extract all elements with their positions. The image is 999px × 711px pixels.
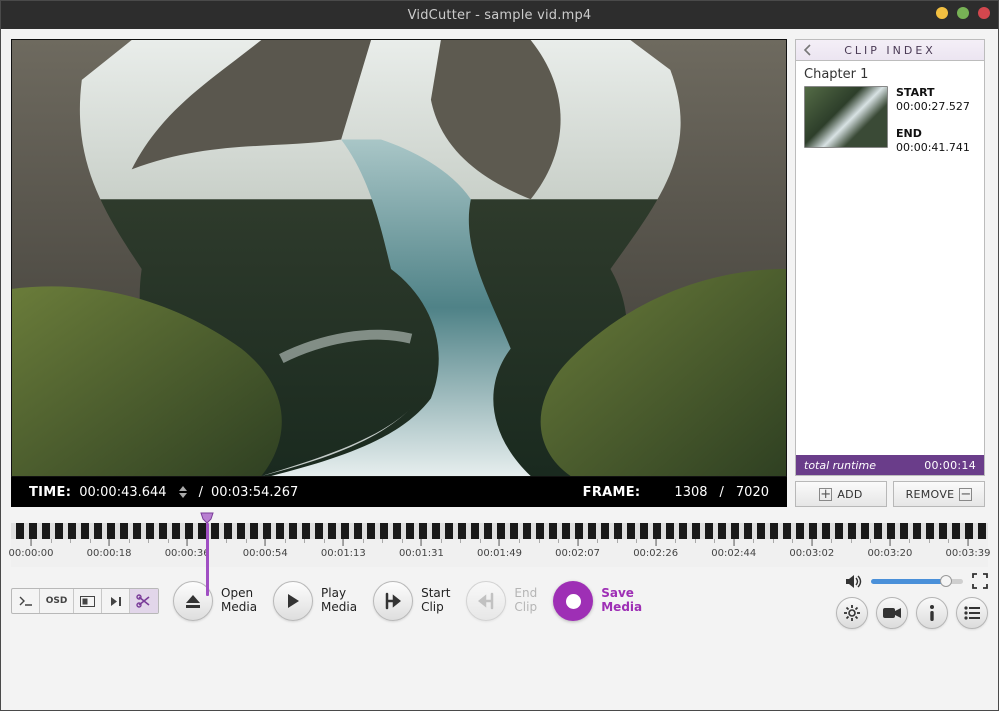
end-clip-button[interactable]: EndClip [466,581,537,621]
fullscreen-icon[interactable] [972,573,988,589]
mini-button-group: OSD [11,588,159,614]
ruler-tick: 00:03:39 [946,539,991,559]
ruler-tick: 00:02:44 [711,539,756,559]
console-toggle-button[interactable] [12,589,40,613]
ruler-tick: 00:02:07 [555,539,600,559]
timeline[interactable]: 00:00:00 00:00:18 00:00:36 00:00:54 00:01:13… [1,507,998,567]
film-sprocket-bottom [11,531,988,539]
clip-start-icon [383,592,403,610]
play-media-button[interactable]: PlayMedia [273,581,357,621]
close-button[interactable] [978,7,990,19]
thumbnails-toggle-button[interactable] [74,589,102,613]
plus-icon: + [819,488,832,501]
current-time: 00:00:43.644 [79,485,166,500]
maximize-button[interactable] [957,7,969,19]
skip-end-icon [110,596,122,607]
time-separator: / [199,485,203,500]
video-preview[interactable] [11,39,787,477]
smartcut-toggle-button[interactable] [130,589,158,613]
play-icon [285,592,301,610]
ruler-tick: 00:02:26 [633,539,678,559]
playhead-line[interactable] [206,523,209,596]
eject-icon [184,593,202,609]
start-clip-button[interactable]: StartClip [373,581,450,621]
chevron-left-icon [802,44,814,56]
gear-icon [843,604,861,622]
record-icon [553,581,593,621]
list-icon [964,606,980,620]
volume-slider[interactable] [871,579,963,584]
ruler-tick: 00:03:02 [789,539,834,559]
osd-toggle-button[interactable]: OSD [40,589,74,613]
ruler-tick: 00:01:31 [399,539,444,559]
clip-item[interactable]: Chapter 1 START 00:00:27.527 END 00:00:4… [796,61,984,163]
volume-thumb[interactable] [940,575,952,587]
clip-thumbnail [804,86,888,148]
clip-end-icon [476,592,496,610]
thumbnails-icon [80,596,95,607]
ruler-tick: 00:01:49 [477,539,522,559]
title-bar: VidCutter - sample vid.mp4 [1,1,998,29]
current-frame: 1308 [674,485,707,500]
video-info-bar: TIME: 00:00:43.644 / 00:03:54.267 FRAME:… [11,477,787,507]
total-time: 00:03:54.267 [211,485,298,500]
time-label: TIME: [29,485,71,500]
window-controls [936,7,990,19]
scissors-icon [136,594,152,608]
open-media-button[interactable]: OpenMedia [173,581,257,621]
film-sprocket-top [11,523,988,531]
volume-icon[interactable] [845,574,862,589]
clip-index-header[interactable]: CLIP INDEX [796,40,984,61]
settings-button[interactable] [836,597,868,629]
menu-button[interactable] [956,597,988,629]
info-icon [928,604,936,622]
bottom-toolbar: OSD OpenMedia PlayMedia StartClip EndCli… [1,567,998,639]
clip-times: START 00:00:27.527 END 00:00:41.741 [896,86,970,155]
minimize-button[interactable] [936,7,948,19]
mediainfo-button[interactable] [876,597,908,629]
ruler-tick: 00:00:00 [9,539,54,559]
ruler-tick: 00:00:36 [165,539,210,559]
save-media-button[interactable]: SaveMedia [553,581,642,621]
info-button[interactable] [916,597,948,629]
ruler-tick: 00:00:54 [243,539,288,559]
add-clip-button[interactable]: + ADD [795,481,887,507]
time-stepper[interactable] [179,486,187,498]
minus-icon: − [959,488,972,501]
remove-clip-button[interactable]: REMOVE − [893,481,985,507]
ruler-tick: 00:00:18 [87,539,132,559]
frame-label: FRAME: [583,485,641,500]
ruler-tick: 00:01:13 [321,539,366,559]
clip-title: Chapter 1 [804,67,976,82]
total-runtime: total runtime 00:00:14 [796,455,984,475]
clip-index-panel: CLIP INDEX Chapter 1 START 00:00:27.527 … [795,39,985,476]
camera-icon [882,606,902,620]
ruler-tick: 00:03:20 [867,539,912,559]
total-frames: 7020 [736,485,769,500]
window-title: VidCutter - sample vid.mp4 [408,8,592,23]
time-ruler[interactable]: 00:00:00 00:00:18 00:00:36 00:00:54 00:01:13… [11,539,988,567]
terminal-icon [19,596,33,607]
skip-end-button[interactable] [102,589,130,613]
